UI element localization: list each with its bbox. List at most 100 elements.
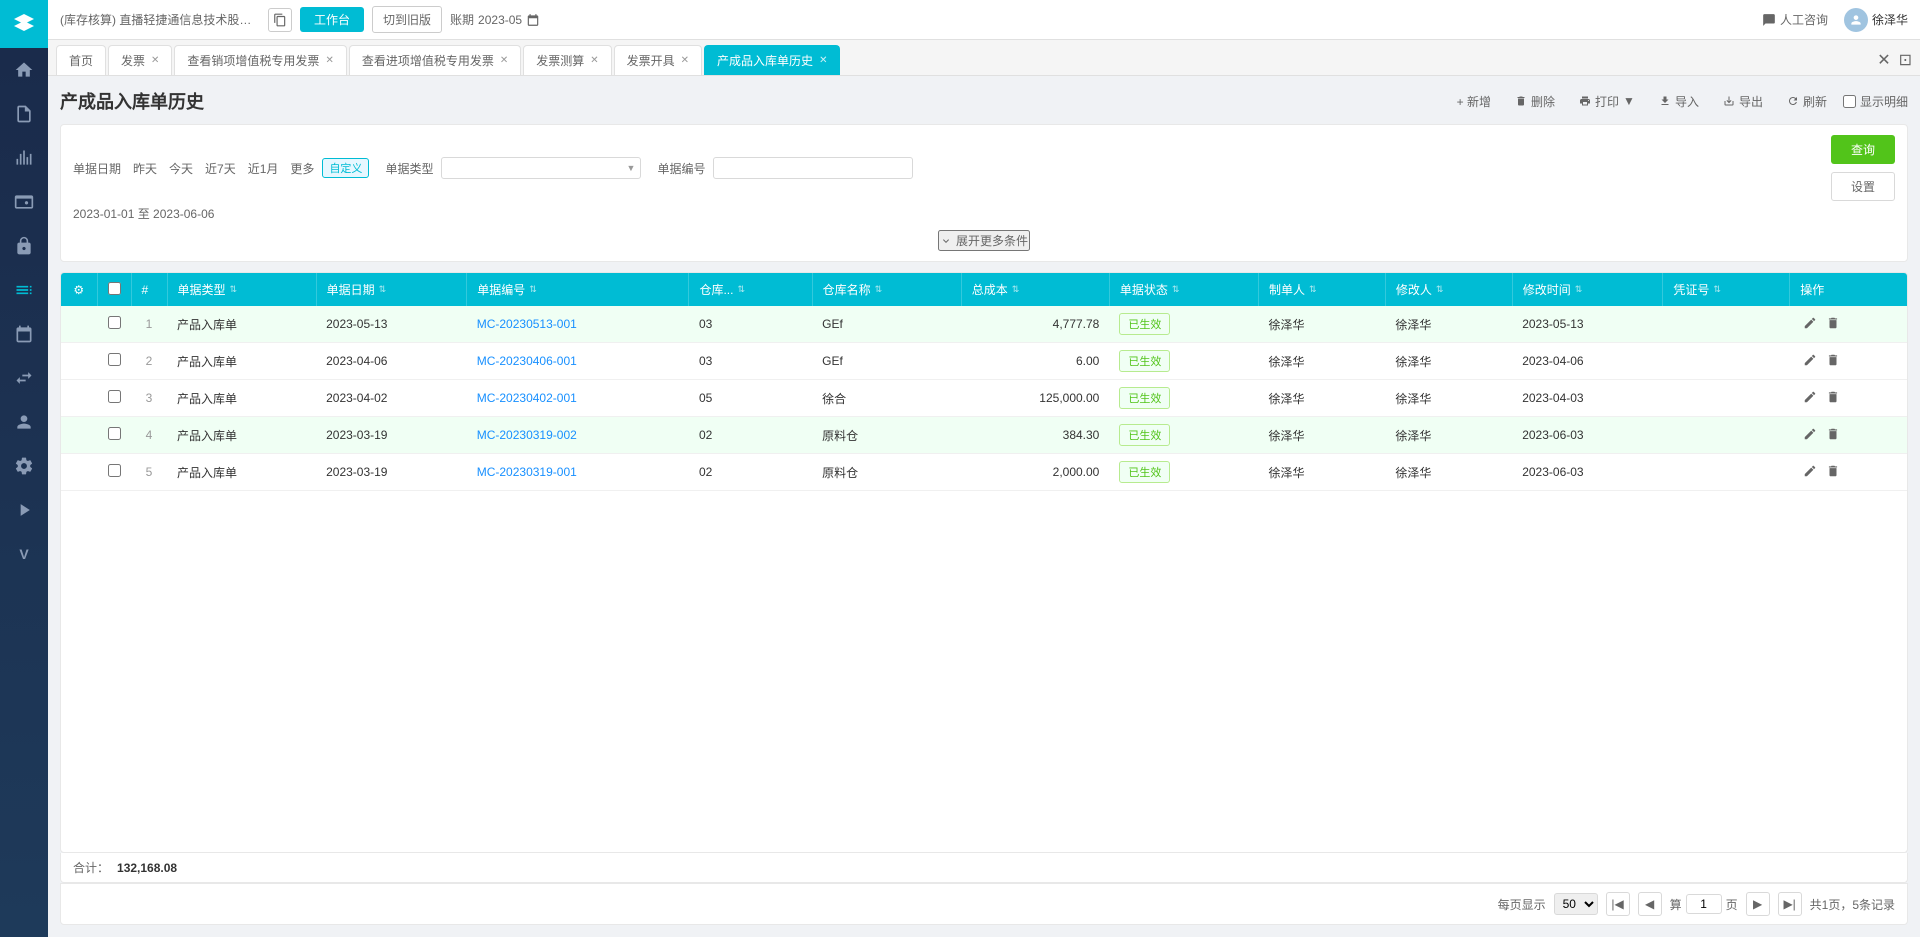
row-checkbox[interactable]: [108, 427, 121, 440]
row-settings-cell[interactable]: [61, 454, 97, 491]
row-checkbox[interactable]: [108, 353, 121, 366]
row-number-link[interactable]: MC-20230319-001: [477, 465, 577, 479]
row-checkbox-cell[interactable]: [97, 306, 131, 343]
service-button[interactable]: 人工咨询: [1762, 11, 1828, 28]
per-page-select[interactable]: 50: [1554, 893, 1598, 915]
tab-sales-vat[interactable]: 查看销项增值税专用发票 ✕: [174, 45, 346, 75]
row-checkbox-cell[interactable]: [97, 343, 131, 380]
th-warehouse-code[interactable]: 仓库...⇅: [689, 273, 812, 306]
tab-invoice-calc[interactable]: 发票测算 ✕: [523, 45, 611, 75]
import-button[interactable]: 导入: [1651, 89, 1707, 114]
row-delete-btn[interactable]: [1823, 427, 1843, 444]
next-page-btn[interactable]: ▶: [1746, 892, 1770, 916]
row-number-link[interactable]: MC-20230402-001: [477, 391, 577, 405]
last-page-btn[interactable]: ▶|: [1778, 892, 1802, 916]
row-checkbox-cell[interactable]: [97, 417, 131, 454]
th-number[interactable]: 单据编号⇅: [467, 273, 689, 306]
display-detail-checkbox[interactable]: [1843, 95, 1856, 108]
row-delete-btn[interactable]: [1823, 353, 1843, 370]
export-button[interactable]: 导出: [1715, 89, 1771, 114]
custom-date-btn[interactable]: 自定义: [322, 158, 369, 178]
select-all-checkbox[interactable]: [108, 282, 121, 295]
th-creator[interactable]: 制单人⇅: [1258, 273, 1385, 306]
tab-invoice-calc-close[interactable]: ✕: [590, 55, 598, 66]
row-settings-cell[interactable]: [61, 343, 97, 380]
th-date[interactable]: 单据日期⇅: [316, 273, 467, 306]
first-page-btn[interactable]: |◀: [1606, 892, 1630, 916]
th-settings[interactable]: ⚙: [61, 273, 97, 306]
row-edit-btn[interactable]: [1800, 353, 1820, 370]
sidebar-item-transfer[interactable]: [0, 356, 48, 400]
th-checkbox[interactable]: [97, 273, 131, 306]
tab-input-vat-close[interactable]: ✕: [500, 55, 508, 66]
workbench-button[interactable]: 工作台: [300, 7, 364, 32]
page-number-input[interactable]: [1686, 894, 1722, 914]
tab-input-vat[interactable]: 查看进项增值税专用发票 ✕: [349, 45, 521, 75]
sidebar-item-v[interactable]: V: [0, 532, 48, 576]
today-btn[interactable]: 今天: [165, 158, 197, 178]
new-button[interactable]: + 新增: [1449, 89, 1499, 114]
sidebar-item-calendar[interactable]: [0, 312, 48, 356]
sidebar-item-list[interactable]: [0, 268, 48, 312]
last1month-btn[interactable]: 近1月: [244, 158, 283, 178]
th-modify-time[interactable]: 修改时间⇅: [1512, 273, 1663, 306]
number-filter-input[interactable]: [713, 157, 913, 179]
row-checkbox-cell[interactable]: [97, 380, 131, 417]
row-number-cell[interactable]: MC-20230406-001: [467, 343, 689, 380]
row-edit-btn[interactable]: [1800, 390, 1820, 407]
sidebar-item-person[interactable]: [0, 400, 48, 444]
tab-product-history-close[interactable]: ✕: [819, 55, 827, 66]
th-status[interactable]: 单据状态⇅: [1109, 273, 1258, 306]
close-all-button[interactable]: ✕: [1877, 50, 1890, 70]
sidebar-item-wallet[interactable]: [0, 180, 48, 224]
row-number-link[interactable]: MC-20230406-001: [477, 354, 577, 368]
sidebar-item-lock[interactable]: [0, 224, 48, 268]
row-number-cell[interactable]: MC-20230513-001: [467, 306, 689, 343]
row-number-cell[interactable]: MC-20230319-002: [467, 417, 689, 454]
sidebar-item-gear[interactable]: [0, 444, 48, 488]
tab-invoice-close[interactable]: ✕: [151, 55, 159, 66]
th-total-cost[interactable]: 总成本⇅: [961, 273, 1109, 306]
tab-invoice-open[interactable]: 发票开具 ✕: [614, 45, 702, 75]
row-delete-btn[interactable]: [1823, 316, 1843, 333]
th-voucher[interactable]: 凭证号⇅: [1663, 273, 1790, 306]
th-modifier[interactable]: 修改人⇅: [1385, 273, 1512, 306]
row-edit-btn[interactable]: [1800, 464, 1820, 481]
row-number-link[interactable]: MC-20230513-001: [477, 317, 577, 331]
copy-button[interactable]: [268, 8, 292, 32]
th-type[interactable]: 单据类型⇅: [167, 273, 316, 306]
row-settings-cell[interactable]: [61, 417, 97, 454]
sidebar-item-play[interactable]: [0, 488, 48, 532]
row-settings-cell[interactable]: [61, 306, 97, 343]
settings-icon[interactable]: ⚙: [73, 283, 84, 297]
delete-button[interactable]: 删除: [1507, 89, 1563, 114]
row-number-link[interactable]: MC-20230319-002: [477, 428, 577, 442]
type-select[interactable]: [441, 157, 641, 179]
reset-button[interactable]: 设置: [1831, 172, 1895, 201]
refresh-button[interactable]: 刷新: [1779, 89, 1835, 114]
yesterday-btn[interactable]: 昨天: [129, 158, 161, 178]
th-warehouse-name[interactable]: 仓库名称⇅: [812, 273, 961, 306]
row-number-cell[interactable]: MC-20230402-001: [467, 380, 689, 417]
row-edit-btn[interactable]: [1800, 316, 1820, 333]
row-number-cell[interactable]: MC-20230319-001: [467, 454, 689, 491]
sidebar-item-chart[interactable]: [0, 136, 48, 180]
row-delete-btn[interactable]: [1823, 464, 1843, 481]
row-checkbox[interactable]: [108, 390, 121, 403]
prev-page-btn[interactable]: ◀: [1638, 892, 1662, 916]
print-button[interactable]: 打印 ▼: [1571, 89, 1643, 114]
more-btn[interactable]: 更多: [286, 158, 318, 178]
tab-sales-vat-close[interactable]: ✕: [325, 55, 333, 66]
query-button[interactable]: 查询: [1831, 135, 1895, 164]
sidebar-item-docs[interactable]: [0, 92, 48, 136]
expand-filter-btn[interactable]: 展开更多条件: [938, 230, 1030, 251]
history-button[interactable]: 切到旧版: [372, 6, 442, 33]
tab-product-history[interactable]: 产成品入库单历史 ✕: [704, 45, 840, 75]
user-info[interactable]: 徐泽华: [1844, 8, 1908, 32]
sidebar-item-home[interactable]: [0, 48, 48, 92]
row-delete-btn[interactable]: [1823, 390, 1843, 407]
row-checkbox-cell[interactable]: [97, 454, 131, 491]
last7days-btn[interactable]: 近7天: [201, 158, 240, 178]
row-edit-btn[interactable]: [1800, 427, 1820, 444]
tab-invoice[interactable]: 发票 ✕: [108, 45, 172, 75]
